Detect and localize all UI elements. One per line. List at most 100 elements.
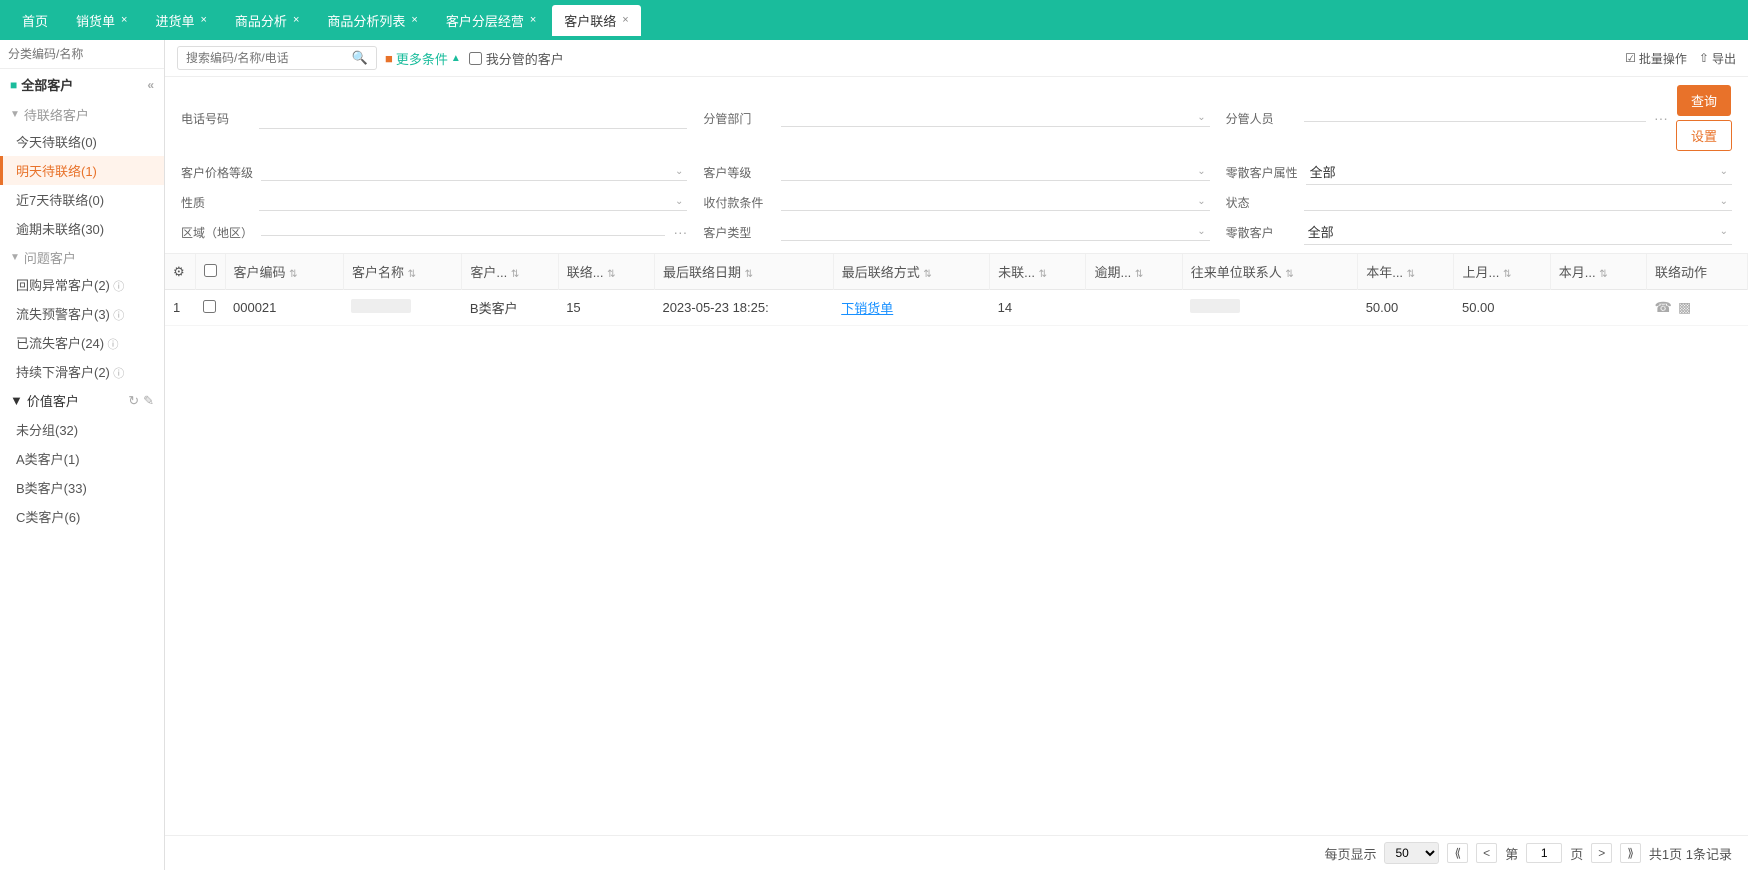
chevron-down-icon: ⌄ — [675, 196, 683, 207]
sort-icon[interactable]: ⇅ — [1039, 269, 1047, 280]
row-contact-person — [1182, 290, 1357, 326]
nav-sales-order[interactable]: 销货单 × — [64, 5, 139, 36]
sidebar-item-class-b[interactable]: B类客户(33) — [0, 473, 164, 502]
close-icon[interactable]: × — [293, 14, 299, 26]
sort-icon[interactable]: ⇅ — [923, 269, 931, 280]
row-this-month — [1550, 290, 1646, 326]
col-customer-name: 客户名称 ⇅ — [343, 254, 461, 290]
chevron-down-icon: ⌄ — [1720, 196, 1728, 207]
sidebar-item-churned[interactable]: 已流失客户(24) ⓘ — [0, 328, 164, 357]
page-size-select[interactable]: 50 100 200 — [1384, 842, 1439, 864]
refresh-icon[interactable]: ↻ — [128, 393, 139, 409]
sort-icon[interactable]: ⇅ — [289, 269, 297, 280]
customer-table: ⚙ 客户编码 ⇅ 客户名称 ⇅ 客户... ⇅ — [165, 254, 1748, 326]
col-settings[interactable]: ⚙ — [165, 254, 195, 290]
sort-icon[interactable]: ⇅ — [1407, 269, 1415, 280]
phone-input[interactable] — [259, 108, 687, 129]
batch-operation-button[interactable]: ☑ 批量操作 — [1625, 50, 1687, 67]
sidebar-item-declining[interactable]: 持续下滑客户(2) ⓘ — [0, 357, 164, 386]
row-seq: 1 — [165, 290, 195, 326]
row-unlisted: 14 — [990, 290, 1086, 326]
chevron-down-icon: ⌄ — [1720, 226, 1728, 237]
region-select[interactable] — [261, 229, 665, 236]
nav-customer-contact[interactable]: 客户联络 × — [552, 5, 640, 36]
prev-page-button[interactable]: < — [1476, 843, 1497, 863]
status-select[interactable]: ⌄ — [1304, 193, 1732, 211]
select-all-checkbox[interactable] — [204, 264, 217, 277]
close-icon[interactable]: × — [121, 14, 127, 26]
sidebar-search-input[interactable] — [8, 47, 163, 61]
sort-icon[interactable]: ⇅ — [1503, 269, 1511, 280]
cust-level-select[interactable]: ⌄ — [781, 163, 1209, 181]
row-name[interactable] — [343, 290, 461, 326]
payment-select[interactable]: ⌄ — [781, 193, 1209, 211]
chevron-down-icon: ⌄ — [675, 166, 683, 177]
page-number-input[interactable] — [1526, 843, 1562, 863]
sidebar-item-class-c[interactable]: C类客户(6) — [0, 502, 164, 531]
more-options-icon[interactable]: ··· — [1654, 110, 1668, 126]
last-page-button[interactable]: ⟫ — [1620, 843, 1641, 863]
chevron-down-icon: ⌄ — [1197, 196, 1205, 207]
nav-purchase-order[interactable]: 进货单 × — [143, 5, 218, 36]
data-table-container: ⚙ 客户编码 ⇅ 客户名称 ⇅ 客户... ⇅ — [165, 254, 1748, 835]
sidebar-item-overdue[interactable]: 逾期未联络(30) — [0, 214, 164, 243]
table-body: 1 000021 B类客户 15 2023-05-23 18:25: 下销货单 … — [165, 290, 1748, 326]
collapse-icon[interactable]: « — [147, 78, 154, 92]
sidebar-item-7days[interactable]: 近7天待联络(0) — [0, 185, 164, 214]
sidebar-item-today[interactable]: 今天待联络(0) — [0, 127, 164, 156]
next-page-button[interactable]: > — [1591, 843, 1612, 863]
sidebar-value-group[interactable]: ▼ 价值客户 ↻ ✎ — [0, 386, 164, 415]
qr-action-icon[interactable]: ▩ — [1678, 299, 1691, 316]
retail-attr-select[interactable]: 全部 ⌄ — [1306, 159, 1732, 185]
query-button[interactable]: 查询 — [1677, 85, 1731, 116]
dept-select[interactable]: ⌄ — [781, 109, 1209, 127]
edit-icon[interactable]: ✎ — [143, 393, 154, 409]
more-options-icon[interactable]: ··· — [673, 224, 687, 240]
sidebar-all-customers[interactable]: ■ 全部客户 « — [0, 69, 164, 100]
phone-action-icon[interactable]: ☎ — [1655, 299, 1672, 316]
sidebar-item-tomorrow[interactable]: 明天待联络(1) — [0, 156, 164, 185]
first-page-button[interactable]: ⟪ — [1447, 843, 1468, 863]
sidebar-item-churn-warning[interactable]: 流失预警客户(3) ⓘ — [0, 299, 164, 328]
sort-icon[interactable]: ⇅ — [1135, 269, 1143, 280]
my-customers-checkbox[interactable] — [469, 52, 482, 65]
more-conditions-button[interactable]: ■ 更多条件 ▲ — [385, 49, 461, 68]
close-icon[interactable]: × — [530, 14, 536, 26]
sidebar-item-repurchase-anomaly[interactable]: 回购异常客户(2) ⓘ — [0, 270, 164, 299]
export-button[interactable]: ⇧ 导出 — [1699, 50, 1736, 67]
row-checkbox[interactable] — [195, 290, 225, 326]
col-checkbox-header[interactable] — [195, 254, 225, 290]
sort-icon[interactable]: ⇅ — [607, 269, 615, 280]
close-icon[interactable]: × — [411, 14, 417, 26]
nav-product-analysis[interactable]: 商品分析 × — [223, 5, 311, 36]
nav-product-analysis-list[interactable]: 商品分析列表 × — [315, 5, 429, 36]
search-input[interactable] — [186, 51, 348, 65]
person-select[interactable] — [1304, 115, 1646, 122]
nature-select[interactable]: ⌄ — [259, 193, 687, 211]
retail-cust-select[interactable]: 全部 ⌄ — [1304, 219, 1732, 245]
row-last-method[interactable]: 下销货单 — [833, 290, 989, 326]
my-customers-checkbox-label[interactable]: 我分管的客户 — [469, 49, 564, 68]
price-level-select[interactable]: ⌄ — [261, 163, 687, 181]
top-right-actions: ☑ 批量操作 ⇧ 导出 — [1625, 50, 1736, 67]
triangle-icon: ▼ — [10, 109, 20, 120]
cust-type-select[interactable]: ⌄ — [781, 223, 1209, 241]
col-cust-type: 客户... ⇅ — [462, 254, 558, 290]
export-icon: ⇧ — [1699, 51, 1709, 65]
sort-icon[interactable]: ⇅ — [1285, 269, 1293, 280]
filter-action-buttons: 查询 设置 — [1676, 85, 1732, 151]
sort-icon[interactable]: ⇅ — [745, 269, 753, 280]
setting-button[interactable]: 设置 — [1676, 120, 1732, 151]
search-icon[interactable]: 🔍 — [352, 50, 368, 66]
nav-home[interactable]: 首页 — [10, 5, 60, 36]
sort-icon[interactable]: ⇅ — [1599, 269, 1607, 280]
row-overdue — [1086, 290, 1182, 326]
nav-customer-tier[interactable]: 客户分层经营 × — [434, 5, 548, 36]
sort-icon[interactable]: ⇅ — [408, 269, 416, 280]
close-icon[interactable]: × — [622, 14, 628, 26]
sidebar-item-class-a[interactable]: A类客户(1) — [0, 444, 164, 473]
close-icon[interactable]: × — [200, 14, 206, 26]
sidebar-item-ungrouped[interactable]: 未分组(32) — [0, 415, 164, 444]
sort-icon[interactable]: ⇅ — [511, 269, 519, 280]
sidebar-pending-group: ▼ 待联络客户 — [0, 100, 164, 127]
